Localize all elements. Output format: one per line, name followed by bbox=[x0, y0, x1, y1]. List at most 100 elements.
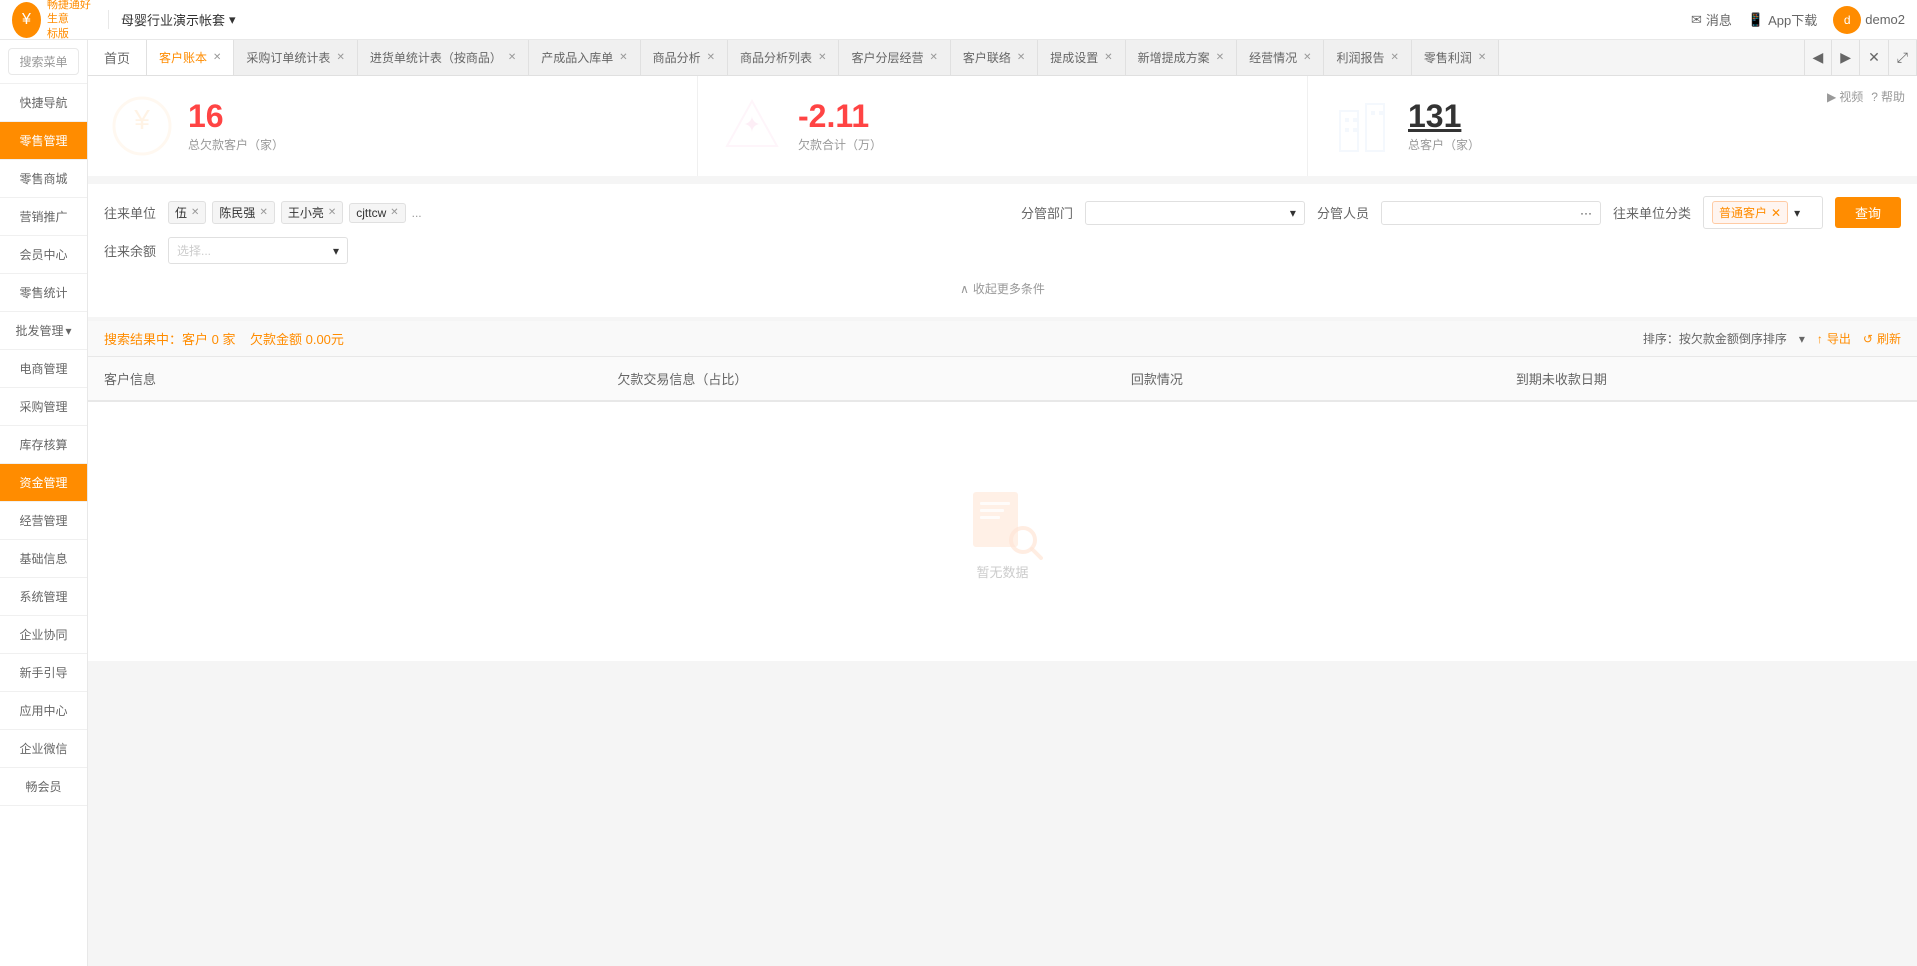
result-actions: 排序：按欠款金额倒序排序 ▾ ↑ 导出 ↺ 刷新 bbox=[1643, 330, 1901, 347]
stat-value-total: 131 bbox=[1408, 100, 1480, 132]
sidebar-item-finance[interactable]: 资金管理 bbox=[0, 464, 87, 502]
stat-card-customers: ¥ 16 总欠款客户（家） bbox=[88, 76, 698, 176]
tab-home[interactable]: 首页 bbox=[88, 40, 147, 76]
sidebar-item-ecommerce[interactable]: 电商管理 bbox=[0, 350, 87, 388]
tab-close-icon[interactable]: ✕ bbox=[1017, 53, 1025, 63]
filter-label-category: 往来单位分类 bbox=[1613, 203, 1691, 222]
messages-button[interactable]: ✉ 消息 bbox=[1691, 10, 1732, 29]
sidebar-item-retail-management[interactable]: 零售管理 bbox=[0, 122, 87, 160]
remove-tag-chen[interactable]: ✕ bbox=[259, 207, 267, 218]
app-download-button[interactable]: 📱 App下载 bbox=[1748, 10, 1817, 29]
balance-selector[interactable]: 选择... ▾ bbox=[168, 237, 348, 264]
sidebar-item-app-center[interactable]: 应用中心 bbox=[0, 692, 87, 730]
sidebar-item-enterprise-collab[interactable]: 企业协同 bbox=[0, 616, 87, 654]
col-header-debt: 欠款交易信息（占比） bbox=[617, 369, 1130, 388]
stat-info-customers: 16 总欠款客户（家） bbox=[188, 100, 284, 153]
col-header-date: 到期未收款日期 bbox=[1516, 369, 1901, 388]
tab-retail-profit[interactable]: 零售利润 ✕ bbox=[1412, 40, 1499, 76]
person-selector[interactable]: ··· bbox=[1381, 201, 1601, 225]
tab-close-icon[interactable]: ✕ bbox=[1391, 53, 1399, 63]
sidebar-item-system[interactable]: 系统管理 bbox=[0, 578, 87, 616]
sidebar-item-marketing[interactable]: 营销推广 bbox=[0, 198, 87, 236]
dept-selector[interactable]: ▾ bbox=[1085, 201, 1305, 225]
tab-bar: 首页 客户账本 ✕ 采购订单统计表 ✕ 进货单统计表（按商品） ✕ 产成品入库单… bbox=[88, 40, 1917, 76]
tab-profit-report[interactable]: 利润报告 ✕ bbox=[1324, 40, 1411, 76]
empty-text: 暂无数据 bbox=[976, 562, 1028, 581]
tab-expand[interactable]: ⤢ bbox=[1889, 40, 1917, 76]
stat-label-customers: 总欠款客户（家） bbox=[188, 136, 284, 153]
remove-tag-cjttcw[interactable]: ✕ bbox=[390, 207, 398, 218]
svg-text:✦: ✦ bbox=[743, 112, 761, 137]
logo-area: ¥ 畅捷通好生意 标版 bbox=[12, 0, 100, 41]
sidebar-item-member-center[interactable]: 会员中心 bbox=[0, 236, 87, 274]
tab-product-analysis[interactable]: 商品分析 ✕ bbox=[641, 40, 728, 76]
tab-actions: ◀ ▶ ✕ ⤢ bbox=[1804, 40, 1917, 76]
tab-instock-stats[interactable]: 进货单统计表（按商品） ✕ bbox=[358, 40, 529, 76]
sidebar-item-operation[interactable]: 经营管理 bbox=[0, 502, 87, 540]
export-button[interactable]: ↑ 导出 bbox=[1817, 330, 1851, 347]
tab-product-inbound[interactable]: 产成品入库单 ✕ bbox=[529, 40, 640, 76]
refresh-button[interactable]: ↺ 刷新 bbox=[1863, 330, 1901, 347]
tab-close-icon[interactable]: ✕ bbox=[1216, 53, 1224, 63]
video-help-button[interactable]: ▶ 视频 bbox=[1827, 88, 1863, 105]
collapse-more-button[interactable]: ∧ 收起更多条件 bbox=[960, 276, 1045, 301]
avatar: d bbox=[1833, 6, 1861, 34]
tab-operations[interactable]: 经营情况 ✕ bbox=[1237, 40, 1324, 76]
tab-scroll-right[interactable]: ▶ bbox=[1832, 40, 1860, 76]
help-button[interactable]: ? 帮助 bbox=[1871, 88, 1905, 105]
sidebar-item-member-app[interactable]: 畅会员 bbox=[0, 768, 87, 806]
filter-row-balance: 往来余额 选择... ▾ bbox=[104, 237, 1901, 264]
tab-customer-contact[interactable]: 客户联络 ✕ bbox=[951, 40, 1038, 76]
tab-close-icon[interactable]: ✕ bbox=[1303, 53, 1311, 63]
org-selector[interactable]: 母婴行业演示帐套 ▾ bbox=[108, 10, 252, 29]
query-button[interactable]: 查询 bbox=[1835, 197, 1901, 228]
tab-close-icon[interactable]: ✕ bbox=[336, 53, 344, 63]
result-info: 搜索结果中：客户 0 家 欠款金额 0.00元 bbox=[104, 329, 344, 348]
tab-commission-settings[interactable]: 提成设置 ✕ bbox=[1038, 40, 1125, 76]
tab-close-icon[interactable]: ✕ bbox=[1104, 53, 1112, 63]
user-menu[interactable]: d demo2 bbox=[1833, 6, 1905, 34]
refresh-icon: ↺ bbox=[1863, 332, 1873, 346]
remove-tag-wu[interactable]: ✕ bbox=[191, 207, 199, 218]
tab-add-commission[interactable]: 新增提成方案 ✕ bbox=[1126, 40, 1237, 76]
tab-close-all[interactable]: ✕ bbox=[1860, 40, 1889, 76]
filter-more-tags[interactable]: ... bbox=[412, 206, 422, 220]
remove-category-tag[interactable]: ✕ bbox=[1771, 206, 1781, 220]
sidebar-item-wholesale[interactable]: 批发管理 ▾ bbox=[0, 312, 87, 350]
sidebar-item-enterprise-wechat[interactable]: 企业微信 bbox=[0, 730, 87, 768]
col-header-repay: 回款情况 bbox=[1131, 369, 1516, 388]
tab-purchase-order-stats[interactable]: 采购订单统计表 ✕ bbox=[234, 40, 357, 76]
sidebar-item-purchase[interactable]: 采购管理 bbox=[0, 388, 87, 426]
sidebar-item-basic-info[interactable]: 基础信息 bbox=[0, 540, 87, 578]
tab-customer-ledger[interactable]: 客户账本 ✕ bbox=[147, 40, 234, 76]
chevron-down-icon: ▾ bbox=[229, 12, 236, 28]
tab-close-icon[interactable]: ✕ bbox=[508, 53, 516, 63]
tab-close-icon[interactable]: ✕ bbox=[707, 53, 715, 63]
filter-label-balance: 往来余额 bbox=[104, 241, 156, 260]
sidebar-item-newbie-guide[interactable]: 新手引导 bbox=[0, 654, 87, 692]
sidebar-item-retail-mall[interactable]: 零售商城 bbox=[0, 160, 87, 198]
chevron-down-icon: ▾ bbox=[65, 324, 71, 338]
filter-row-unit: 往来单位 伍 ✕ 陈民强 ✕ 王小亮 ✕ bbox=[104, 196, 1901, 229]
search-menu-button[interactable]: 搜索菜单 bbox=[8, 48, 79, 75]
tab-scroll-left[interactable]: ◀ bbox=[1805, 40, 1833, 76]
filter-label-unit: 往来单位 bbox=[104, 203, 156, 222]
sort-label: 排序：按欠款金额倒序排序 bbox=[1643, 330, 1787, 347]
tab-close-icon[interactable]: ✕ bbox=[213, 53, 221, 63]
table-header: 客户信息 欠款交易信息（占比） 回款情况 到期未收款日期 bbox=[88, 357, 1917, 402]
filter-tag-wang: 王小亮 ✕ bbox=[281, 201, 343, 224]
tab-close-icon[interactable]: ✕ bbox=[1478, 53, 1486, 63]
tab-close-icon[interactable]: ✕ bbox=[929, 53, 937, 63]
category-selector[interactable]: 普通客户 ✕ ▾ bbox=[1703, 196, 1823, 229]
tab-product-analysis-list[interactable]: 商品分析列表 ✕ bbox=[728, 40, 839, 76]
tab-close-icon[interactable]: ✕ bbox=[619, 53, 627, 63]
sidebar-item-retail-stats[interactable]: 零售统计 bbox=[0, 274, 87, 312]
sort-chevron-icon[interactable]: ▾ bbox=[1799, 332, 1805, 346]
tab-customer-tier[interactable]: 客户分层经营 ✕ bbox=[839, 40, 950, 76]
play-icon: ▶ bbox=[1827, 90, 1836, 104]
tab-close-icon[interactable]: ✕ bbox=[818, 53, 826, 63]
empty-state: 暂无数据 bbox=[88, 402, 1917, 661]
remove-tag-wang[interactable]: ✕ bbox=[328, 207, 336, 218]
sidebar-item-inventory[interactable]: 库存核算 bbox=[0, 426, 87, 464]
sidebar-item-quick-nav[interactable]: 快捷导航 bbox=[0, 84, 87, 122]
